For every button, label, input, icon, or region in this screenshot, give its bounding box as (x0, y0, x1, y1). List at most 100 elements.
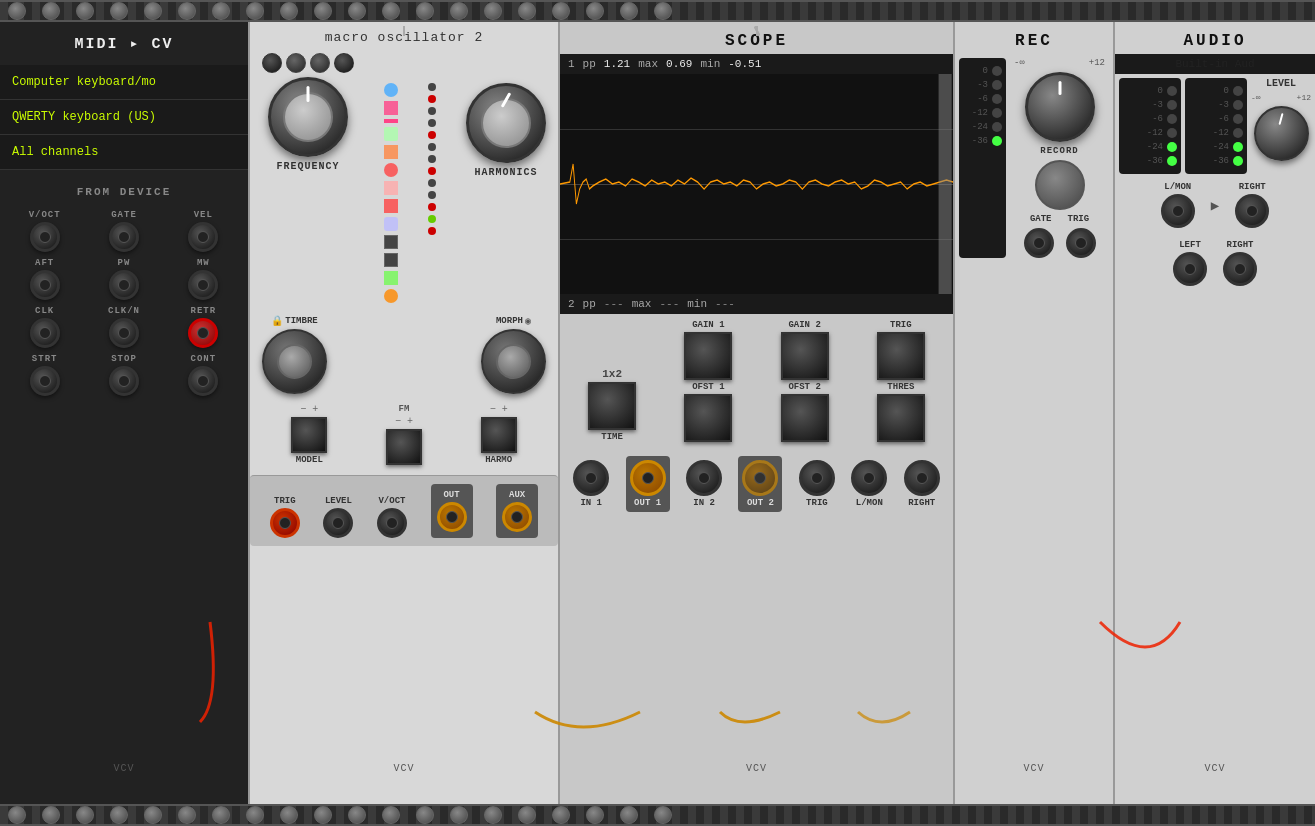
screw (450, 2, 468, 20)
icon-saw (384, 101, 398, 115)
midi-cv-item-qwerty[interactable]: QWERTY keyboard (US) (0, 100, 248, 135)
trig-port[interactable] (270, 508, 300, 538)
vu-dot-4 (992, 122, 1002, 132)
frequency-knob[interactable] (268, 77, 348, 157)
morph-knob[interactable] (481, 329, 546, 394)
trig-rec-port[interactable] (1066, 228, 1096, 258)
audio-vu-r-0: 0 (1189, 86, 1243, 96)
screw (42, 806, 60, 824)
scope-ch2-pp-label: pp (583, 298, 596, 310)
morph-knob-group: MORPH ◉ (481, 315, 546, 394)
trig-port-group: TRIG (270, 496, 300, 538)
midi-cv-item-channels[interactable]: All channels (0, 135, 248, 170)
lmon-input-group: L/MON (1161, 182, 1195, 228)
morph-icon: ◉ (525, 315, 531, 327)
trig-port-label: TRIG (274, 496, 296, 506)
screw (382, 2, 400, 20)
gain1-label: GAIN 1 (692, 320, 724, 330)
model-knob[interactable] (291, 417, 327, 453)
screw (144, 2, 162, 20)
gate-rec-port[interactable] (1024, 228, 1054, 258)
waveform-cursor (939, 74, 952, 294)
in1-port[interactable] (573, 460, 609, 496)
audio-level-knob[interactable] (1254, 106, 1309, 161)
voct-port[interactable] (377, 508, 407, 538)
audio-vu-r-dot-0 (1233, 86, 1243, 96)
icon-chord (384, 145, 398, 159)
vel-jack[interactable] (188, 222, 218, 252)
lmon-scope-port[interactable] (851, 460, 887, 496)
audio-vu-l-dot-5 (1167, 156, 1177, 166)
audio-vu-r-dot-4 (1233, 142, 1243, 152)
ofst1-knob[interactable] (684, 394, 732, 442)
small-knob-4[interactable] (334, 53, 354, 73)
trig-port-scope[interactable] (799, 460, 835, 496)
time-knob[interactable] (588, 382, 636, 430)
dot4 (428, 143, 436, 151)
mw-jack[interactable] (188, 270, 218, 300)
trig-knob[interactable] (877, 332, 925, 380)
fm-knob[interactable] (386, 429, 422, 465)
gate-label: GATE (1030, 214, 1052, 224)
level-port-group: LEVEL (323, 496, 353, 538)
screw (382, 806, 400, 824)
top-rail (0, 0, 1315, 22)
out-port[interactable] (437, 502, 467, 532)
screw (348, 2, 366, 20)
thres-label: THRES (887, 382, 914, 392)
audio-vu-right: 0 -3 -6 -12 -24 (1185, 78, 1247, 174)
timbre-knob-group: 🔒 TIMBRE (262, 315, 327, 394)
frequency-label: FREQUENCY (276, 161, 339, 172)
icon-tri (384, 127, 398, 141)
rec-button[interactable] (1035, 160, 1085, 210)
aux-port[interactable] (502, 502, 532, 532)
ofst2-knob[interactable] (781, 394, 829, 442)
right-input-port[interactable] (1235, 194, 1269, 228)
scope-ch1-bar: 1 pp 1.21 max 0.69 min -0.51 (560, 54, 953, 74)
gain1-group: GAIN 1 OFST 1 (684, 320, 732, 442)
right-scope-port[interactable] (904, 460, 940, 496)
clk-jack[interactable] (30, 318, 60, 348)
bottom-rail-screws (0, 806, 1315, 824)
stop-jack[interactable] (109, 366, 139, 396)
rec-port-row (1024, 228, 1096, 258)
voct-jack[interactable] (30, 222, 60, 252)
small-knob-2[interactable] (286, 53, 306, 73)
midi-cv-item-keyboard[interactable]: Computer keyboard/mo (0, 65, 248, 100)
trig-port-scope-label: TRIG (806, 498, 828, 508)
frequency-knob-group: FREQUENCY (262, 53, 354, 172)
thres-knob[interactable] (877, 394, 925, 442)
gain1-knob[interactable] (684, 332, 732, 380)
audio-vu-l-4: -24 (1123, 142, 1177, 152)
timbre-knob[interactable] (262, 329, 327, 394)
scope-ch1-max-val: 0.69 (666, 58, 692, 70)
aft-jack[interactable] (30, 270, 60, 300)
frequency-knob-marker (307, 86, 310, 102)
level-port[interactable] (323, 508, 353, 538)
clkn-jack[interactable] (109, 318, 139, 348)
scope-ch1-pp-label: pp (583, 58, 596, 70)
right-output-port[interactable] (1223, 252, 1257, 286)
in2-port[interactable] (686, 460, 722, 496)
cont-jack[interactable] (188, 366, 218, 396)
harmo-knob[interactable] (481, 417, 517, 453)
lmon-input-port[interactable] (1161, 194, 1195, 228)
out1-port[interactable] (630, 460, 666, 496)
screw (314, 2, 332, 20)
gain2-knob[interactable] (781, 332, 829, 380)
audio-title: AUDIO (1115, 22, 1315, 54)
audio-device[interactable]: Built-in Aud (1115, 54, 1315, 74)
harmonics-knob[interactable] (466, 83, 546, 163)
scope-multiplier: 1x2 TIME (588, 368, 636, 442)
strt-jack[interactable] (30, 366, 60, 396)
audio-vu-r-5: -36 (1189, 156, 1243, 166)
rec-main-knob[interactable] (1025, 72, 1095, 142)
retr-jack[interactable] (188, 318, 218, 348)
out2-port[interactable] (742, 460, 778, 496)
gate-jack[interactable] (109, 222, 139, 252)
pw-jack[interactable] (109, 270, 139, 300)
gain2-group: GAIN 2 OFST 2 (781, 320, 829, 442)
small-knob-1[interactable] (262, 53, 282, 73)
small-knob-3[interactable] (310, 53, 330, 73)
left-output-port[interactable] (1173, 252, 1207, 286)
